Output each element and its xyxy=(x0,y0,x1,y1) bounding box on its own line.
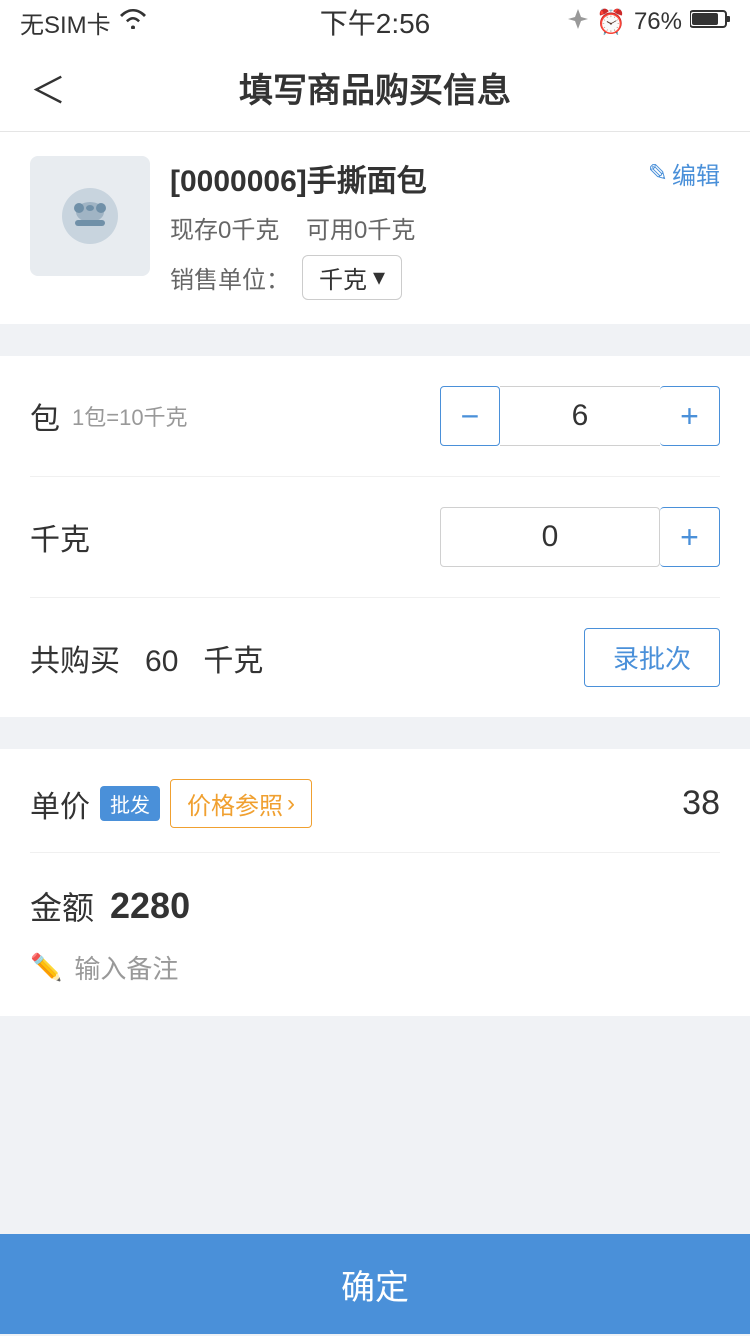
amount-label: 金额 xyxy=(30,883,94,929)
price-row: 单价 批发 价格参照 › 38 xyxy=(30,779,720,853)
battery-icon xyxy=(690,8,730,36)
kg-quantity-controls: + xyxy=(440,507,720,567)
product-card: [0000006]手撕面包 ✎ 编辑 现存0千克 可用0千克 销售单位： 千克 … xyxy=(0,132,750,324)
bag-label: 包 1包=10千克 xyxy=(30,394,188,438)
separator-2 xyxy=(0,733,750,749)
remark-label: 输入备注 xyxy=(74,949,178,986)
status-time: 下午2:56 xyxy=(320,2,431,42)
price-section: 单价 批发 价格参照 › 38 xyxy=(0,749,750,853)
nav-bar: ＜ 填写商品购买信息 xyxy=(0,44,750,132)
price-badge: 批发 xyxy=(100,786,160,821)
kg-label: 千克 xyxy=(30,515,90,559)
kg-quantity-input[interactable] xyxy=(440,507,660,567)
carrier-text: 无SIM卡 xyxy=(20,5,111,40)
confirm-text: 确定 xyxy=(341,1260,409,1309)
price-value: 38 xyxy=(682,784,720,823)
quantity-section: 包 1包=10千克 − + 千克 + xyxy=(0,356,750,598)
amount-row: 金额 2280 xyxy=(30,883,720,929)
amount-section: 金额 2280 ✏️ 输入备注 xyxy=(0,853,750,1016)
confirm-bar[interactable]: 确定 xyxy=(0,1234,750,1334)
status-bar: 无SIM卡 下午2:56 ⏰ 76% xyxy=(0,0,750,44)
bag-decrement-button[interactable]: − xyxy=(440,386,500,446)
total-row: 共购买 60 千克 录批次 xyxy=(0,598,750,717)
product-unit-row: 销售单位： 千克 ▾ xyxy=(170,255,720,300)
page-title: 填写商品购买信息 xyxy=(239,63,511,112)
chevron-down-icon: ▾ xyxy=(373,263,385,292)
bag-quantity-row: 包 1包=10千克 − + xyxy=(30,356,720,477)
battery-text: 76% xyxy=(634,8,682,36)
amount-value: 2280 xyxy=(110,885,190,927)
kg-increment-button[interactable]: + xyxy=(660,507,720,567)
edit-icon: ✎ xyxy=(648,159,668,188)
wifi-icon xyxy=(119,8,147,36)
total-text: 共购买 60 千克 xyxy=(30,636,263,680)
status-left: 无SIM卡 xyxy=(20,5,147,40)
pencil-icon: ✏️ xyxy=(30,952,62,983)
separator-1 xyxy=(0,340,750,356)
alarm-icon: ⏰ xyxy=(596,8,626,37)
unit-select[interactable]: 千克 ▾ xyxy=(302,255,402,300)
price-ref-button[interactable]: 价格参照 › xyxy=(170,779,312,828)
product-image xyxy=(30,156,150,276)
back-button[interactable]: ＜ xyxy=(30,62,66,114)
chevron-right-icon: › xyxy=(287,790,295,818)
remark-row[interactable]: ✏️ 输入备注 xyxy=(30,949,720,986)
product-stock: 现存0千克 可用0千克 xyxy=(170,210,720,245)
product-name: [0000006]手撕面包 xyxy=(170,156,427,200)
bag-quantity-input[interactable] xyxy=(500,386,660,446)
product-info: [0000006]手撕面包 ✎ 编辑 现存0千克 可用0千克 销售单位： 千克 … xyxy=(170,156,720,300)
kg-quantity-row: 千克 + xyxy=(30,477,720,598)
status-right: ⏰ 76% xyxy=(568,8,730,37)
edit-button[interactable]: ✎ 编辑 xyxy=(648,156,720,191)
total-value: 60 xyxy=(145,645,178,678)
batch-button[interactable]: 录批次 xyxy=(584,628,720,687)
bag-hint: 1包=10千克 xyxy=(72,400,188,432)
price-label: 单价 批发 价格参照 › xyxy=(30,779,312,828)
location-icon xyxy=(568,8,588,36)
bag-increment-button[interactable]: + xyxy=(660,386,720,446)
bag-quantity-controls: − + xyxy=(440,386,720,446)
